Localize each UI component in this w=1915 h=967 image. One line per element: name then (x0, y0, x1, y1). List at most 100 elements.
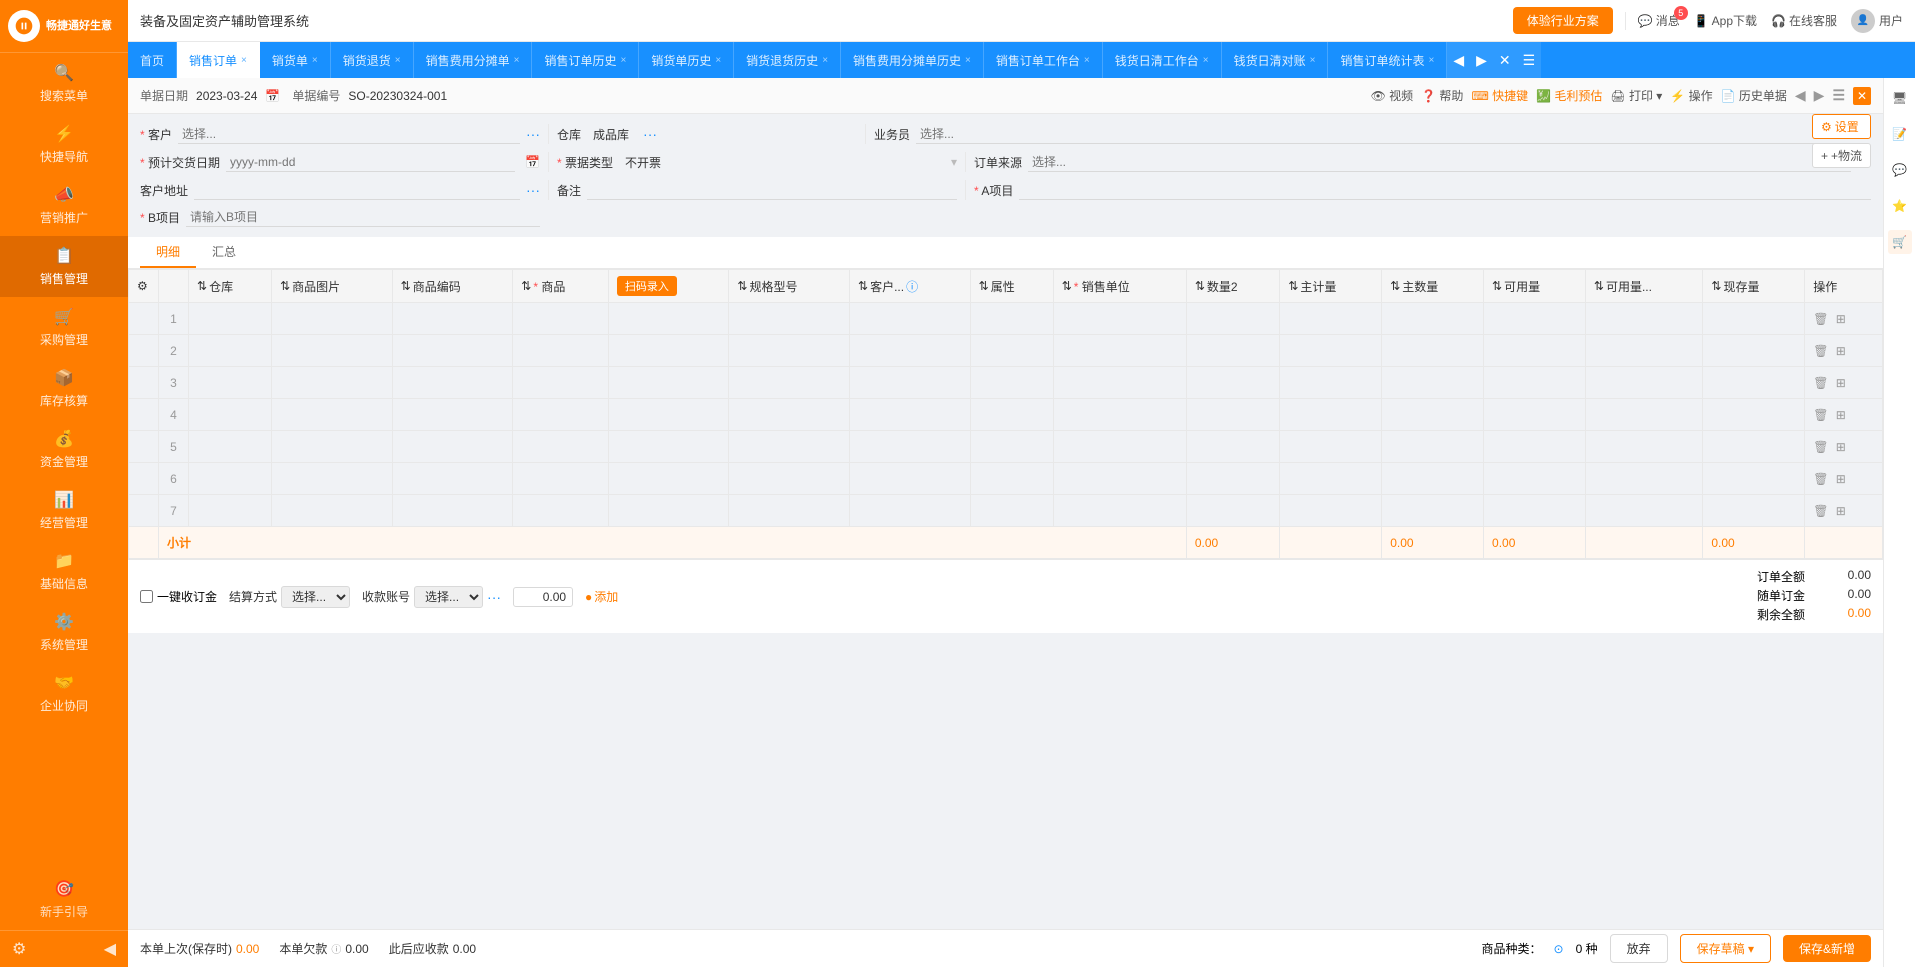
tab-daily-reconcile-close[interactable]: × (1310, 55, 1316, 66)
user-info[interactable]: 👤 用户 (1851, 9, 1903, 33)
td-sales-unit-6[interactable] (1053, 463, 1186, 495)
add-btn[interactable]: ● 添加 (585, 588, 618, 605)
tab-daily-clear[interactable]: 钱货日清工作台 × (1103, 42, 1222, 78)
th-qty2[interactable]: ⇅ 数量2 (1186, 270, 1280, 303)
td-main-qty-6[interactable] (1382, 463, 1484, 495)
td-warehouse-6[interactable] (189, 463, 272, 495)
tab-summary[interactable]: 汇总 (196, 237, 252, 268)
sidebar-item-finance[interactable]: 💰 资金管理 (0, 419, 128, 480)
right-panel-btn-3[interactable]: 💬 (1888, 158, 1912, 182)
td-product-1[interactable] (513, 303, 609, 335)
td-customer-code-5[interactable] (850, 431, 971, 463)
row-copy-5[interactable]: ⊞ (1836, 440, 1846, 454)
td-attribute-2[interactable] (970, 335, 1053, 367)
row-copy-2[interactable]: ⊞ (1836, 344, 1846, 358)
right-panel-btn-1[interactable]: 🖥 (1888, 86, 1912, 110)
td-sales-unit-1[interactable] (1053, 303, 1186, 335)
tab-daily-clear-close[interactable]: × (1203, 55, 1209, 66)
td-spec-4[interactable] (729, 399, 850, 431)
close-view-btn[interactable]: ✕ (1853, 87, 1871, 105)
tab-sales-expenses-close[interactable]: × (514, 55, 520, 66)
td-warehouse-2[interactable] (189, 335, 272, 367)
td-qty2-2[interactable] (1186, 335, 1280, 367)
sidebar-item-purchase[interactable]: 🛒 采购管理 (0, 297, 128, 358)
operation-btn[interactable]: ⚡ 操作 (1670, 87, 1712, 104)
tab-sales-stats[interactable]: 销售订单统计表 × (1328, 42, 1447, 78)
td-product-code-2[interactable] (392, 335, 513, 367)
th-product-img[interactable]: ⇅ 商品图片 (272, 270, 393, 303)
sidebar-item-quick-nav[interactable]: ⚡ 快捷导航 (0, 114, 128, 175)
sidebar-item-search-menu[interactable]: 🔍 搜索菜单 (0, 53, 128, 114)
td-product-5[interactable] (513, 431, 609, 463)
td-main-qty-1[interactable] (1382, 303, 1484, 335)
td-main-qty-5[interactable] (1382, 431, 1484, 463)
a-project-input[interactable] (1019, 181, 1871, 200)
td-product-code-4[interactable] (392, 399, 513, 431)
th-sales-unit[interactable]: ⇅ 销售单位 (1053, 270, 1186, 303)
td-attribute-1[interactable] (970, 303, 1053, 335)
row-delete-7[interactable]: 🗑 (1813, 504, 1828, 518)
td-product-6[interactable] (513, 463, 609, 495)
delivery-calendar-icon[interactable]: 📅 (525, 155, 540, 169)
th-spec[interactable]: ⇅ 规格型号 (729, 270, 850, 303)
td-product-code-6[interactable] (392, 463, 513, 495)
td-warehouse-4[interactable] (189, 399, 272, 431)
td-attribute-6[interactable] (970, 463, 1053, 495)
th-customer-code[interactable]: ⇅ 客户... ⓘ (850, 270, 971, 303)
help-btn[interactable]: ❓ 帮助 (1421, 87, 1463, 104)
video-btn[interactable]: 👁 视频 (1371, 87, 1414, 104)
td-main-qty-2[interactable] (1382, 335, 1484, 367)
td-spec-3[interactable] (729, 367, 850, 399)
save-new-btn[interactable]: 保存&新增 (1783, 935, 1871, 962)
tab-sales-invoice[interactable]: 销货单 × (260, 42, 331, 78)
app-download-btn[interactable]: 📱 App下载 (1694, 12, 1757, 29)
td-warehouse-5[interactable] (189, 431, 272, 463)
table-settings-icon[interactable]: ⚙ (137, 279, 148, 293)
row-copy-6[interactable]: ⊞ (1836, 472, 1846, 486)
td-qty2-7[interactable] (1186, 495, 1280, 527)
account-dots[interactable]: ··· (487, 589, 501, 605)
td-customer-code-3[interactable] (850, 367, 971, 399)
th-available2[interactable]: ⇅ 可用量... (1585, 270, 1702, 303)
row-copy-3[interactable]: ⊞ (1836, 376, 1846, 390)
th-main-unit[interactable]: ⇅ 主计量 (1280, 270, 1382, 303)
tab-sales-invoice-history[interactable]: 销货单历史 × (639, 42, 734, 78)
row-delete-6[interactable]: 🗑 (1813, 472, 1828, 486)
online-service-btn[interactable]: 🎧 在线客服 (1771, 12, 1837, 29)
td-sales-unit-7[interactable] (1053, 495, 1186, 527)
customer-dots[interactable]: ··· (526, 126, 540, 142)
th-warehouse[interactable]: ⇅ 仓库 (189, 270, 272, 303)
td-product-code-3[interactable] (392, 367, 513, 399)
row-delete-4[interactable]: 🗑 (1813, 408, 1828, 422)
th-attribute[interactable]: ⇅ 属性 (970, 270, 1053, 303)
td-spec-1[interactable] (729, 303, 850, 335)
tab-home[interactable]: 首页 (128, 42, 177, 78)
td-customer-code-6[interactable] (850, 463, 971, 495)
amount-input[interactable] (513, 587, 573, 607)
one-click-checkbox[interactable] (140, 590, 153, 603)
print-btn[interactable]: 🖨 打印 ▾ (1610, 87, 1662, 104)
row-delete-3[interactable]: 🗑 (1813, 376, 1828, 390)
td-product-code-1[interactable] (392, 303, 513, 335)
sidebar-settings-btn[interactable]: ⚙ (12, 939, 26, 959)
td-main-qty-4[interactable] (1382, 399, 1484, 431)
row-copy-7[interactable]: ⊞ (1836, 504, 1846, 518)
td-sales-unit-5[interactable] (1053, 431, 1186, 463)
tab-sales-return[interactable]: 销货退货 × (331, 42, 414, 78)
history-btn[interactable]: 📄 历史单据 (1721, 87, 1787, 104)
profit-btn[interactable]: 💹 毛利预估 (1536, 87, 1602, 104)
tab-sales-return-close[interactable]: × (395, 55, 401, 66)
td-attribute-5[interactable] (970, 431, 1053, 463)
invoice-type-dropdown[interactable]: ▾ (951, 155, 957, 169)
th-stock[interactable]: ⇅ 现存量 (1703, 270, 1805, 303)
address-dots[interactable]: ··· (526, 182, 540, 198)
td-attribute-3[interactable] (970, 367, 1053, 399)
message-btn[interactable]: 💬 5 消息 (1638, 12, 1680, 29)
th-available[interactable]: ⇅ 可用量 (1484, 270, 1586, 303)
delivery-date-input[interactable] (226, 153, 515, 172)
account-select[interactable]: 选择... (414, 586, 483, 608)
sidebar-item-system[interactable]: ⚙️ 系统管理 (0, 602, 128, 663)
staff-input[interactable] (916, 125, 1851, 144)
tab-daily-reconcile[interactable]: 钱货日清对账 × (1222, 42, 1329, 78)
td-warehouse-7[interactable] (189, 495, 272, 527)
